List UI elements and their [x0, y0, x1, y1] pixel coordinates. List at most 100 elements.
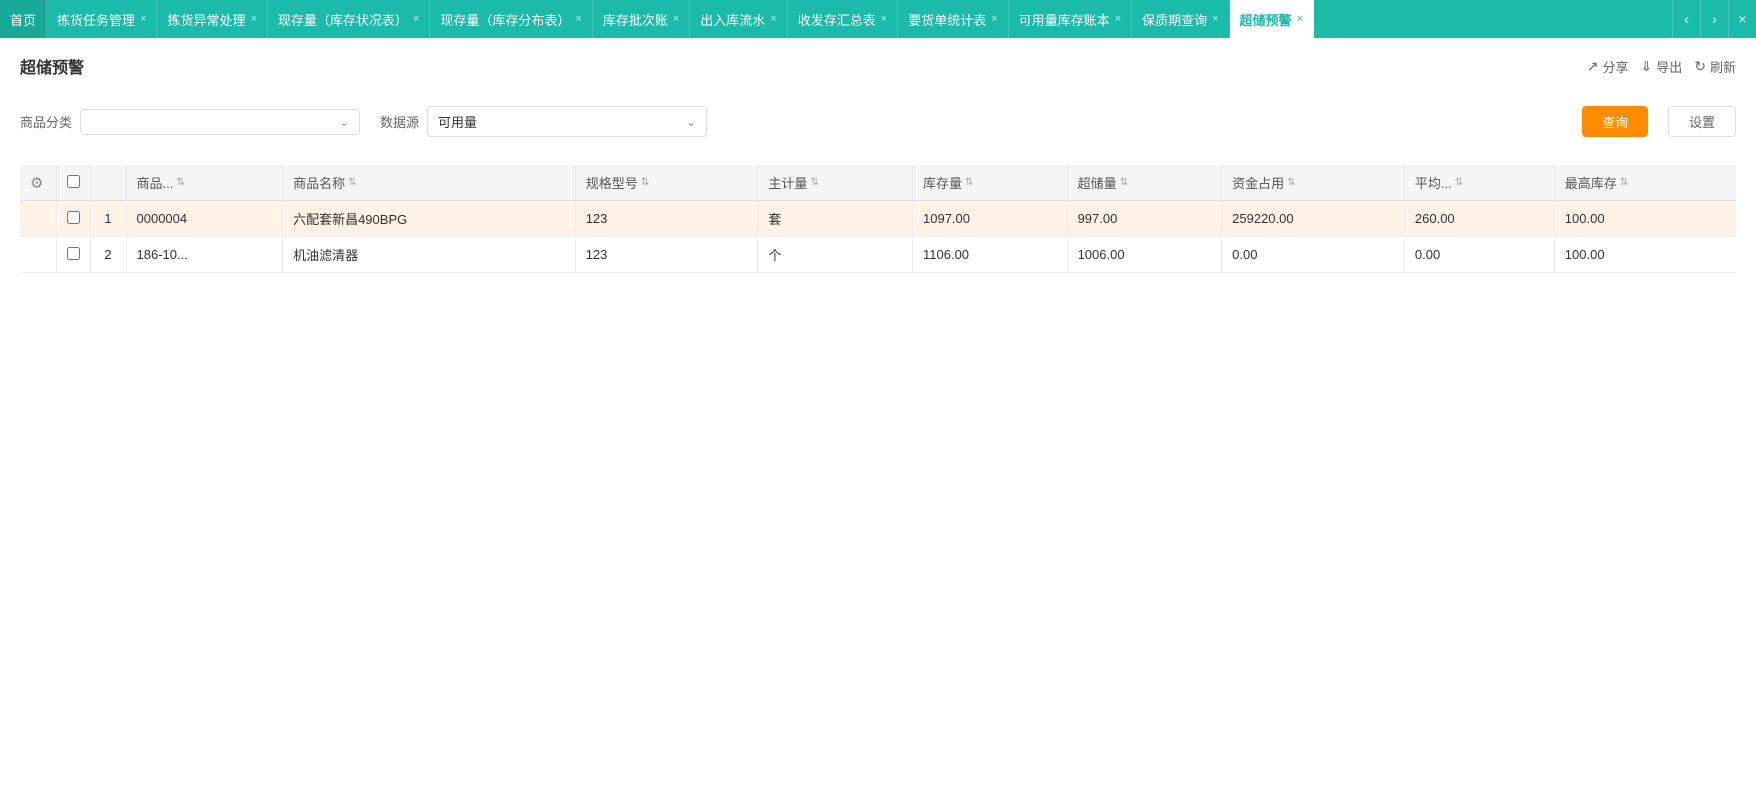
nav-item-label: 可用量库存账本	[1019, 10, 1110, 29]
sort-avg-price[interactable]: 平均... ⇅	[1415, 173, 1463, 192]
gear-icon[interactable]: ⚙	[30, 175, 43, 192]
nav-item-inout-flow[interactable]: 出入库流水 ×	[690, 0, 787, 38]
nav-item-order-stats[interactable]: 要货单统计表×	[898, 0, 1008, 38]
nav-item-receive-total[interactable]: 收发存汇总表×	[788, 0, 898, 38]
nav-close-arrow[interactable]: ×	[1728, 0, 1756, 38]
col-spec: 规格型号 ⇅	[575, 165, 758, 201]
sort-icon-product-code: ⇅	[176, 177, 184, 188]
table-body: 1 0000004 六配套新昌490BPG 123 套 1097.00 997.…	[20, 201, 1736, 273]
share-icon: ↗	[1587, 58, 1599, 75]
row-spec: 123	[575, 201, 758, 237]
export-label: 导出	[1656, 57, 1682, 76]
refresh-button[interactable]: ↻ 刷新	[1694, 57, 1736, 76]
nav-item-label: 拣货异常处理	[167, 10, 245, 29]
close-icon[interactable]: ×	[1297, 13, 1303, 25]
product-category-arrow-icon: ⌄	[339, 115, 349, 129]
close-icon[interactable]: ×	[140, 13, 146, 25]
nav-item-exception-handle[interactable]: 拣货异常处理 ×	[157, 0, 267, 38]
query-button[interactable]: 查询	[1582, 106, 1648, 137]
close-icon[interactable]: ×	[575, 13, 581, 25]
row-num-cell: 2	[90, 237, 126, 273]
page-title: 超储预警	[20, 54, 84, 78]
sort-product-name[interactable]: 商品名称 ⇅	[293, 173, 356, 192]
col-avg-price: 平均... ⇅	[1404, 165, 1554, 201]
close-icon[interactable]: ×	[881, 13, 887, 25]
close-icon[interactable]: ×	[673, 13, 679, 25]
data-source-arrow-icon: ⌄	[686, 115, 696, 129]
row-gear-cell	[20, 237, 56, 273]
row-stock-qty: 1097.00	[913, 201, 1068, 237]
export-button[interactable]: ⇓ 导出	[1641, 57, 1683, 76]
nav-item-stock-status[interactable]: 现存量（库存状况表） ×	[268, 0, 430, 38]
sort-spec[interactable]: 规格型号 ⇅	[586, 173, 649, 192]
data-table: ⚙ 商品... ⇅ 商品名称 ⇅	[20, 165, 1736, 273]
close-icon[interactable]: ×	[1115, 13, 1121, 25]
row-avg-price: 0.00	[1404, 237, 1554, 273]
row-checkbox-1[interactable]	[67, 247, 80, 260]
nav-item-available-stock[interactable]: 可用量库存账本 ×	[1009, 0, 1132, 38]
row-max-stock: 100.00	[1554, 201, 1736, 237]
row-capital-occupied: 259220.00	[1222, 201, 1405, 237]
row-max-stock: 100.00	[1554, 237, 1736, 273]
col-row-num	[90, 165, 126, 201]
nav-item-label: 首页	[10, 10, 36, 29]
share-button[interactable]: ↗ 分享	[1587, 57, 1629, 76]
sort-overstock-qty[interactable]: 超储量 ⇅	[1078, 173, 1128, 192]
product-category-select[interactable]: ⌄	[80, 109, 360, 135]
data-source-label: 数据源	[380, 112, 419, 131]
nav-item-task-mgmt[interactable]: 拣货任务管理×	[47, 0, 157, 38]
select-all-checkbox[interactable]	[67, 175, 80, 188]
sort-product-code[interactable]: 商品... ⇅	[137, 173, 185, 192]
row-product-name: 机油滤清器	[283, 237, 576, 273]
row-avg-price: 260.00	[1404, 201, 1554, 237]
nav-right-arrow[interactable]: ›	[1700, 0, 1728, 38]
col-gear: ⚙	[20, 165, 56, 201]
nav-item-label: 超储预警	[1240, 10, 1292, 29]
nav-item-quality-check[interactable]: 保质期查询 ×	[1132, 0, 1229, 38]
page-header: 超储预警 ↗ 分享 ⇓ 导出 ↻ 刷新	[20, 54, 1736, 78]
nav-item-home[interactable]: 首页	[0, 0, 47, 38]
nav-left-arrow[interactable]: ‹	[1672, 0, 1700, 38]
sort-icon-product-name: ⇅	[348, 177, 356, 188]
row-num-cell: 1	[90, 201, 126, 237]
nav-item-overstock-warning[interactable]: 超储预警 ×	[1230, 0, 1314, 38]
col-capital-occupied: 资金占用 ⇅	[1222, 165, 1405, 201]
data-source-select[interactable]: 可用量 ⌄	[427, 106, 707, 137]
export-icon: ⇓	[1641, 58, 1653, 75]
row-unit: 套	[758, 201, 913, 237]
close-icon[interactable]: ×	[413, 13, 419, 25]
row-spec: 123	[575, 237, 758, 273]
close-icon[interactable]: ×	[1212, 13, 1218, 25]
row-overstock-qty: 1006.00	[1067, 237, 1222, 273]
product-category-filter: 商品分类 ⌄	[20, 109, 360, 135]
sort-unit[interactable]: 主计量 ⇅	[768, 173, 818, 192]
sort-stock-qty[interactable]: 库存量 ⇅	[923, 173, 973, 192]
row-stock-qty: 1106.00	[913, 237, 1068, 273]
col-product-code: 商品... ⇅	[126, 165, 283, 201]
row-capital-occupied: 0.00	[1222, 237, 1405, 273]
row-checkbox-0[interactable]	[67, 211, 80, 224]
sort-capital-occupied[interactable]: 资金占用 ⇅	[1232, 173, 1295, 192]
sort-icon-capital-occupied: ⇅	[1287, 177, 1295, 188]
table-row: 1 0000004 六配套新昌490BPG 123 套 1097.00 997.…	[20, 201, 1736, 237]
row-product-name: 六配套新昌490BPG	[283, 201, 576, 237]
close-icon[interactable]: ×	[250, 13, 256, 25]
col-stock-qty: 库存量 ⇅	[913, 165, 1068, 201]
row-gear-cell	[20, 201, 56, 237]
nav-item-label: 出入库流水	[700, 10, 765, 29]
nav-item-label: 保质期查询	[1142, 10, 1207, 29]
col-unit: 主计量 ⇅	[758, 165, 913, 201]
filter-row: 商品分类 ⌄ 数据源 可用量 ⌄ 查询 设置	[20, 94, 1736, 149]
settings-button[interactable]: 设置	[1668, 106, 1736, 137]
top-navigation: 首页拣货任务管理×拣货异常处理×现存量（库存状况表）×现存量（库存分布表）×库存…	[0, 0, 1756, 38]
nav-item-stock-batch[interactable]: 库存批次账×	[593, 0, 690, 38]
sort-max-stock[interactable]: 最高库存 ⇅	[1565, 173, 1628, 192]
close-icon[interactable]: ×	[991, 13, 997, 25]
nav-item-stock-dist[interactable]: 现存量（库存分布表）×	[430, 0, 592, 38]
col-checkbox-header	[56, 165, 90, 201]
close-icon[interactable]: ×	[770, 13, 776, 25]
share-label: 分享	[1602, 57, 1628, 76]
sort-icon-stock-qty: ⇅	[965, 177, 973, 188]
sort-icon-unit: ⇅	[810, 177, 818, 188]
nav-item-label: 现存量（库存状况表）	[278, 10, 408, 29]
